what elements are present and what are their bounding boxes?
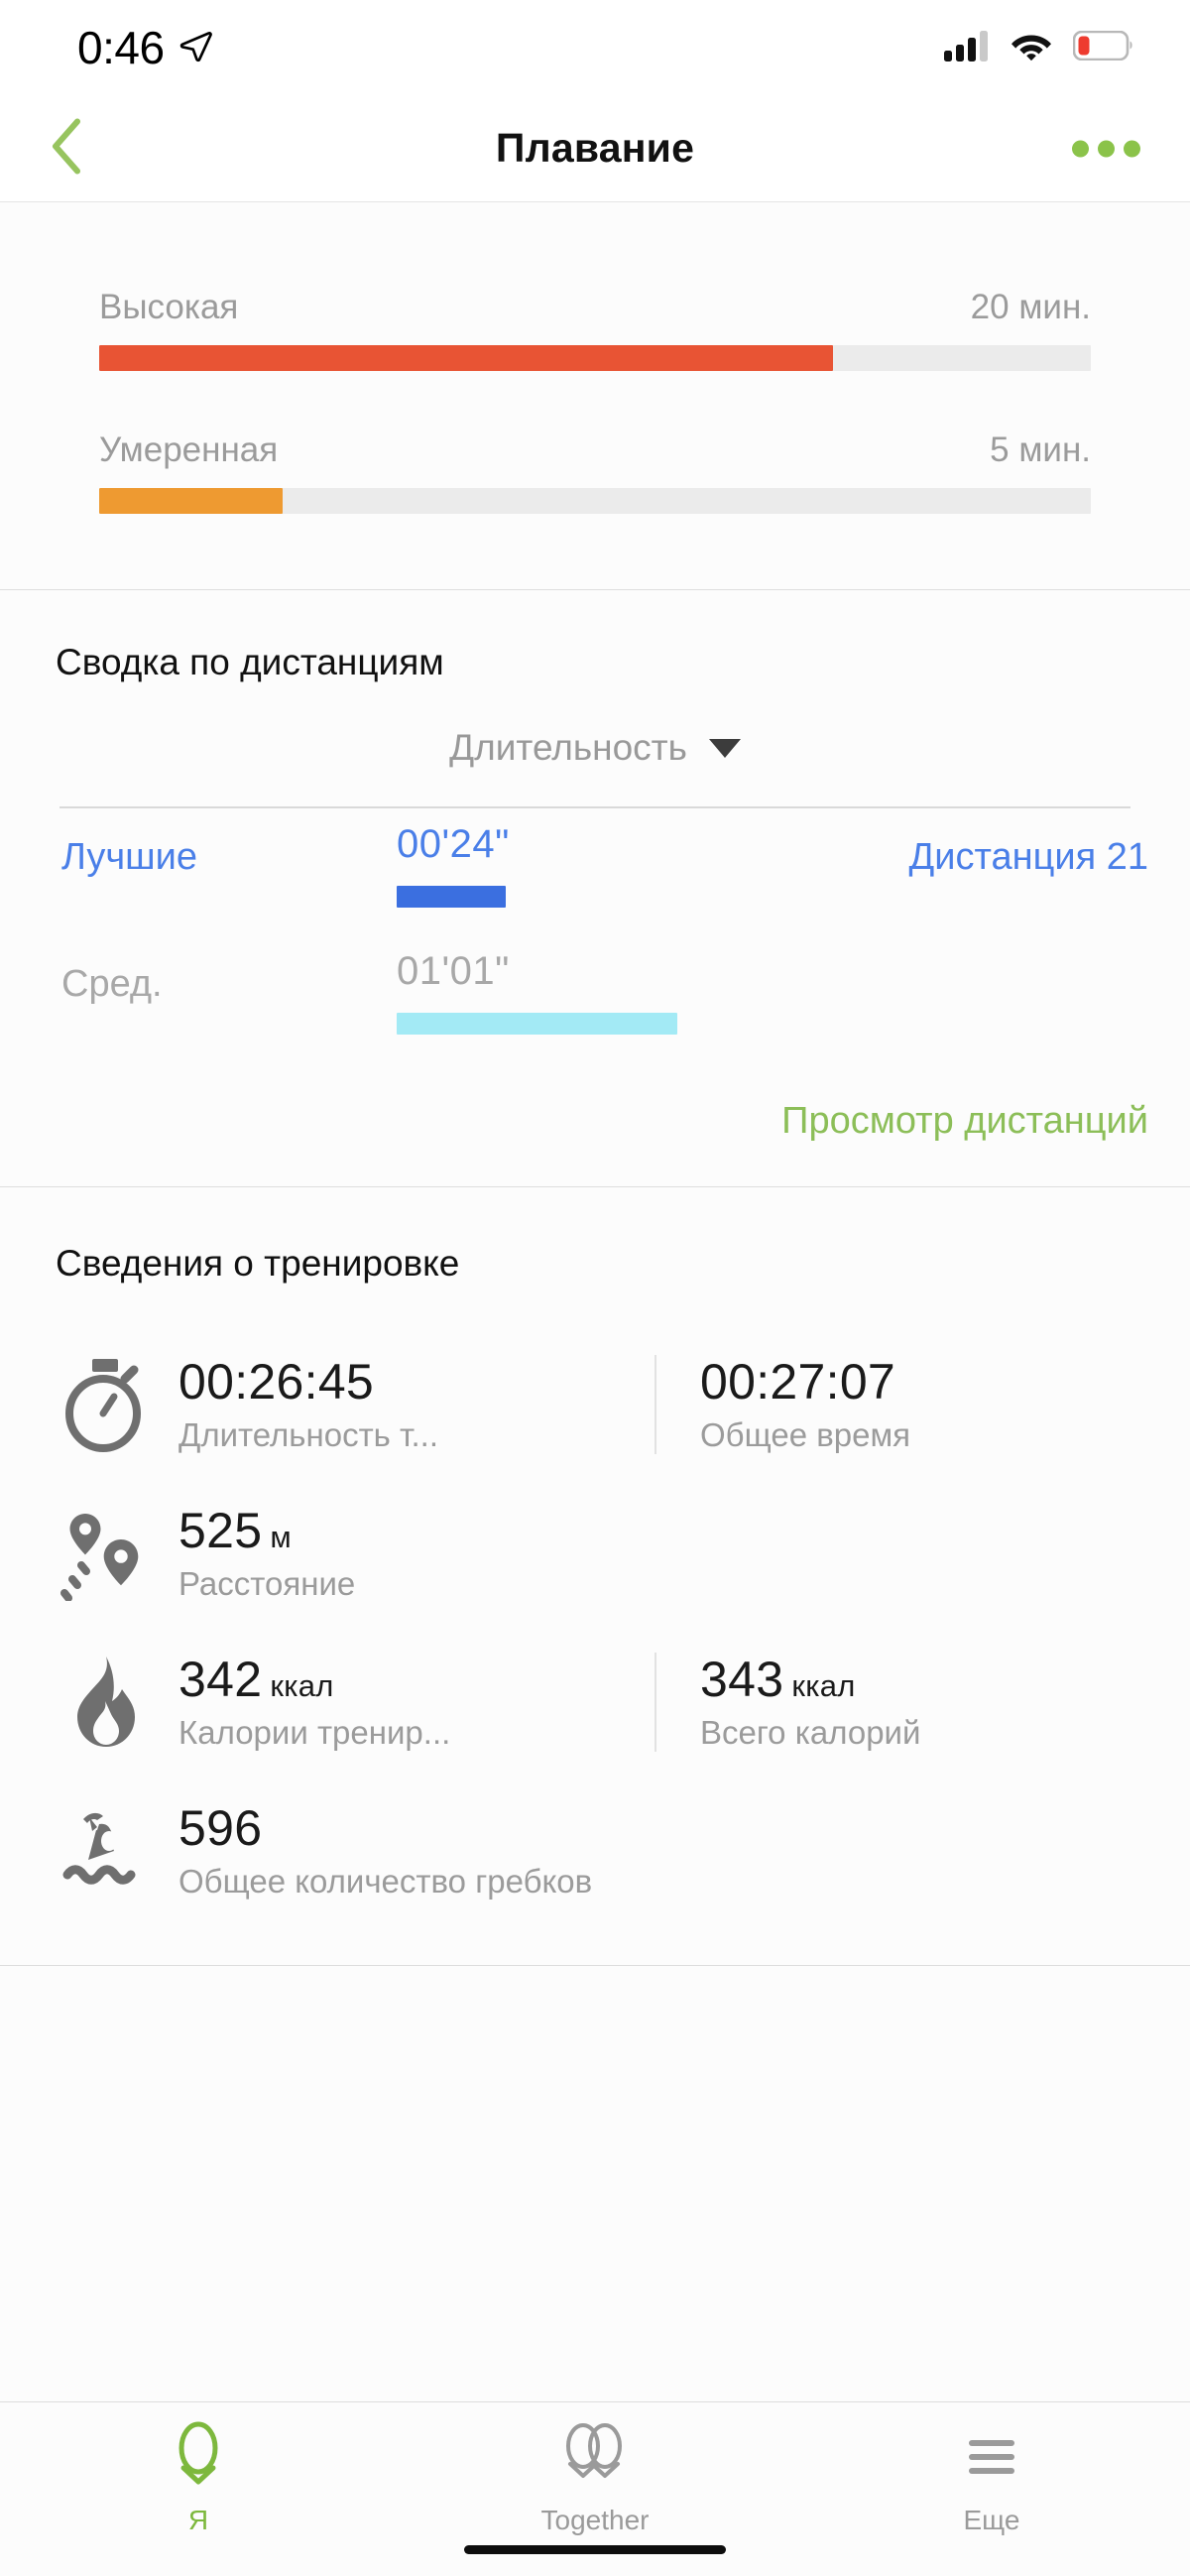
status-bar: 0:46 [0, 0, 1190, 95]
route-pins-icon [46, 1506, 165, 1601]
distance-row-best-label: Лучшие [61, 836, 198, 878]
detail-row-duration: 00:26:45 Длительность т... 00:27:07 Обще… [0, 1330, 1190, 1479]
tab-me-label: Я [187, 2505, 209, 2535]
intensity-track-moderate [99, 488, 1091, 514]
detail-cell-workout-calories: 342 ккал Калории тренир... [165, 1653, 654, 1752]
intensity-section: Высокая 20 мин. Умеренная 5 мин. [0, 202, 1190, 590]
detail-value-workout-calories: 342 [178, 1652, 263, 1707]
chevron-down-icon [708, 738, 741, 758]
detail-row-calories-cells: 342 ккал Калории тренир... 343 ккал Всего … [165, 1653, 1144, 1752]
intensity-label-moderate: Умеренная [99, 430, 279, 469]
back-button[interactable] [32, 107, 101, 189]
more-options-button[interactable] [1064, 128, 1148, 169]
tab-bar: Я Together Еще [0, 2401, 1190, 2576]
detail-cell-distance: 525 м Расстояние [165, 1504, 1144, 1603]
distance-row-best[interactable]: Лучшие 00'24" Дистанция 21 [0, 808, 1190, 935]
detail-value-strokes: 596 [178, 1800, 263, 1856]
tab-together[interactable]: Together [397, 2420, 793, 2536]
workout-details-section: Сведения о тренировке 00:26:45 Длительно… [0, 1187, 1190, 1966]
detail-row-distance: 525 м Расстояние [0, 1479, 1190, 1628]
detail-unit-distance: м [270, 1520, 292, 1554]
detail-unit-workout-calories: ккал [270, 1668, 334, 1703]
detail-row-strokes-cells: 596 Общее количество гребков [165, 1801, 1144, 1901]
intensity-fill-high [99, 345, 833, 371]
detail-label-distance: Расстояние [178, 1565, 356, 1602]
page-title: Плавание [495, 125, 695, 171]
stopwatch-icon [46, 1357, 165, 1452]
distance-row-average-label: Сред. [61, 963, 163, 1005]
metric-selector[interactable]: Длительность [0, 727, 1190, 769]
distance-row-best-value: 00'24" [397, 822, 510, 866]
wifi-icon [1010, 30, 1053, 66]
detail-value-total-time: 00:27:07 [700, 1354, 896, 1410]
intensity-row-high: Высокая 20 мин. [99, 288, 1091, 371]
metric-selector-label: Длительность [449, 727, 687, 768]
intensity-track-high [99, 345, 1091, 371]
intensity-row-moderate: Умеренная 5 мин. [99, 430, 1091, 514]
flame-icon [46, 1655, 165, 1750]
location-arrow-icon [178, 29, 212, 67]
cellular-signal-icon [944, 30, 990, 66]
detail-value-distance: 525 [178, 1503, 263, 1558]
swimmer-icon [46, 1803, 165, 1899]
detail-row-strokes: 596 Общее количество гребков [0, 1777, 1190, 1925]
distance-row-average[interactable]: Сред. 01'01" [0, 935, 1190, 1062]
view-distances-link-wrap: Просмотр дистанций [0, 1062, 1190, 1143]
workout-details-title: Сведения о тренировке [56, 1243, 460, 1284]
distance-row-best-bar [397, 886, 506, 908]
status-bar-right [944, 30, 1134, 66]
detail-value-total-calories: 343 [700, 1652, 784, 1707]
detail-row-distance-cells: 525 м Расстояние [165, 1504, 1144, 1603]
detail-cell-workout-duration: 00:26:45 Длительность т... [165, 1355, 654, 1454]
navigation-bar: Плавание [0, 95, 1190, 202]
hamburger-icon [961, 2420, 1022, 2495]
detail-row-calories: 342 ккал Калории тренир... 343 ккал Всего … [0, 1628, 1190, 1777]
intensity-value-moderate: 5 мин. [990, 430, 1091, 469]
detail-row-duration-cells: 00:26:45 Длительность т... 00:27:07 Обще… [165, 1355, 1144, 1454]
detail-cell-strokes: 596 Общее количество гребков [165, 1801, 1144, 1901]
home-indicator [464, 2545, 726, 2554]
detail-label-total-calories: Всего калорий [700, 1714, 921, 1751]
detail-label-workout-calories: Калории тренир... [178, 1714, 451, 1751]
detail-cell-total-time: 00:27:07 Общее время [654, 1355, 1144, 1454]
tab-more[interactable]: Еще [793, 2420, 1190, 2536]
chevron-left-icon [50, 118, 83, 179]
intensity-value-high: 20 мин. [970, 288, 1091, 326]
detail-label-total-time: Общее время [700, 1416, 911, 1453]
intensity-fill-moderate [99, 488, 283, 514]
intensity-row-moderate-head: Умеренная 5 мин. [99, 430, 1091, 470]
detail-unit-total-calories: ккал [791, 1668, 856, 1703]
ellipsis-icon [1072, 140, 1089, 157]
status-bar-left: 0:46 [77, 25, 212, 70]
detail-value-workout-duration: 00:26:45 [178, 1354, 375, 1410]
two-people-icon [555, 2420, 635, 2495]
tab-me[interactable]: Я [0, 2420, 397, 2536]
distance-summary-title: Сводка по дистанциям [56, 642, 444, 682]
battery-low-icon [1072, 30, 1134, 65]
tab-together-label: Together [540, 2505, 650, 2535]
detail-label-strokes: Общее количество гребков [178, 1863, 593, 1900]
person-icon [168, 2420, 229, 2495]
distance-row-average-bar [397, 1013, 677, 1035]
detail-label-workout-duration: Длительность т... [178, 1416, 439, 1453]
status-time: 0:46 [77, 22, 165, 73]
app-screen: 0:46 Плавание Высокая 20 мин. Умеренная … [0, 0, 1190, 2576]
tab-more-label: Еще [963, 2505, 1020, 2535]
distance-row-average-value: 01'01" [397, 949, 510, 993]
distance-summary-section: Сводка по дистанциям Длительность Лучшие… [0, 590, 1190, 1187]
detail-cell-total-calories: 343 ккал Всего калорий [654, 1653, 1144, 1752]
view-distances-link[interactable]: Просмотр дистанций [781, 1100, 1148, 1142]
intensity-row-high-head: Высокая 20 мин. [99, 288, 1091, 327]
distance-row-best-lap: Дистанция 21 [908, 836, 1148, 878]
intensity-label-high: Высокая [99, 288, 239, 326]
